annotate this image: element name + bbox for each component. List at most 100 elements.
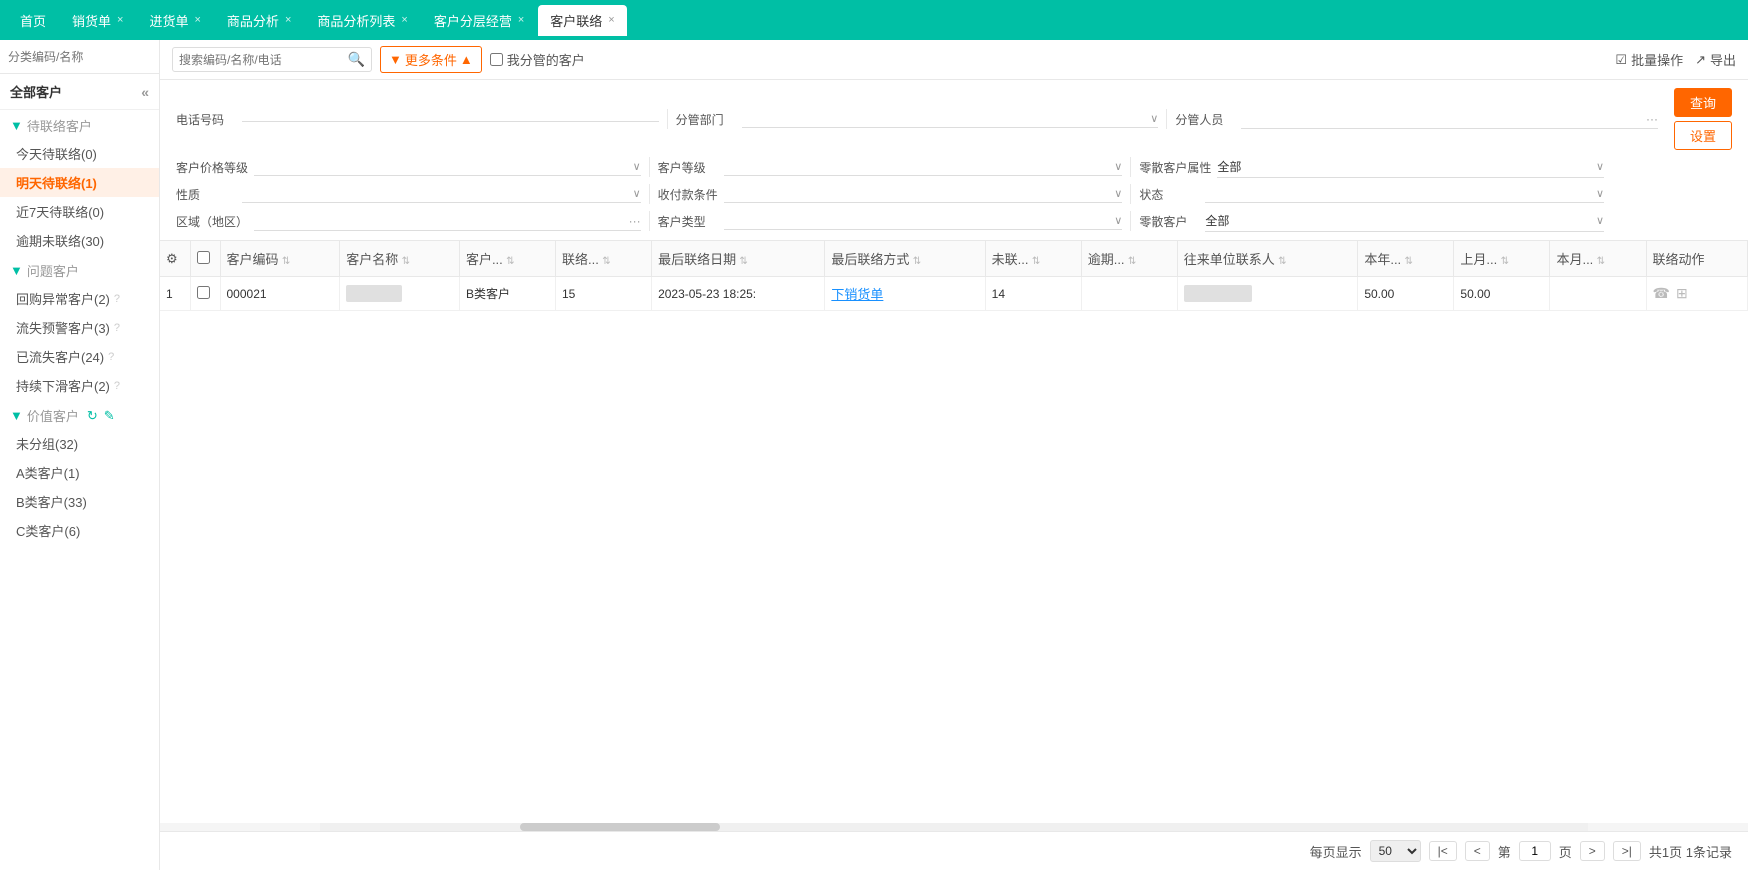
sort-name-icon[interactable]: ⇅ bbox=[402, 256, 410, 267]
filter-region-select[interactable]: ··· bbox=[254, 212, 641, 231]
sort-last-date-icon[interactable]: ⇅ bbox=[739, 256, 747, 267]
select-all-checkbox[interactable] bbox=[197, 251, 210, 264]
filter-price-level-select[interactable]: ∨ bbox=[254, 158, 641, 176]
filter-dept-select[interactable]: ∨ bbox=[742, 110, 1159, 128]
cell-uncontacted: 14 bbox=[985, 277, 1081, 311]
scrollbar-thumb[interactable] bbox=[520, 823, 720, 831]
nav-home[interactable]: 首页 bbox=[8, 5, 58, 36]
batch-op-btn[interactable]: ☑ 批量操作 bbox=[1615, 50, 1683, 69]
col-contact-person[interactable]: 往来单位联系人 ⇅ bbox=[1177, 241, 1358, 277]
region-more-icon[interactable]: ··· bbox=[629, 214, 641, 228]
sidebar-item-today-pending[interactable]: 今天待联络(0) bbox=[0, 139, 159, 168]
nav-sales-order[interactable]: 销货单 × bbox=[60, 5, 135, 36]
last-page-btn[interactable]: >| bbox=[1613, 841, 1641, 861]
sidebar-group-pending[interactable]: ▼ 待联络客户 bbox=[0, 110, 159, 139]
sidebar-all-customers[interactable]: 全部客户 « bbox=[0, 74, 159, 110]
search-input[interactable] bbox=[179, 53, 348, 67]
sort-last-month-icon[interactable]: ⇅ bbox=[1501, 256, 1509, 267]
filter-payment-select[interactable]: ∨ bbox=[724, 185, 1123, 203]
filter-phone-input[interactable] bbox=[242, 117, 659, 122]
my-customers-checkbox-label[interactable]: 我分管的客户 bbox=[490, 50, 585, 69]
sidebar-item-declining[interactable]: 持续下滑客户(2) ? bbox=[0, 371, 159, 400]
sidebar-item-churned[interactable]: 已流失客户(24) ? bbox=[0, 342, 159, 371]
sidebar-collapse-icon[interactable]: « bbox=[141, 84, 149, 100]
close-product-analysis-list[interactable]: × bbox=[401, 14, 407, 26]
nav-purchase-order[interactable]: 进货单 × bbox=[137, 5, 212, 36]
filter-status-select[interactable]: ∨ bbox=[1205, 185, 1604, 203]
filter-sparse-attr-select[interactable]: 全部 ∨ bbox=[1217, 156, 1604, 178]
close-sales-order[interactable]: × bbox=[117, 14, 123, 26]
sort-contact-count-icon[interactable]: ⇅ bbox=[602, 256, 610, 267]
value-group-edit-icon[interactable]: ✎ bbox=[104, 408, 115, 424]
nav-customer-contact[interactable]: 客户联络 × bbox=[538, 5, 626, 36]
filter-field-region: 区域（地区） ··· bbox=[176, 212, 641, 231]
export-btn[interactable]: ↗ 导出 bbox=[1695, 50, 1736, 69]
col-overdue[interactable]: 逾期... ⇅ bbox=[1081, 241, 1177, 277]
col-checkbox[interactable] bbox=[190, 241, 220, 277]
filter-sparse-customer-select[interactable]: 全部 ∨ bbox=[1205, 210, 1604, 232]
col-name[interactable]: 客户名称 ⇅ bbox=[340, 241, 460, 277]
sort-contact-person-icon[interactable]: ⇅ bbox=[1278, 256, 1286, 267]
col-last-method[interactable]: 最后联络方式 ⇅ bbox=[825, 241, 985, 277]
col-uncontacted[interactable]: 未联... ⇅ bbox=[985, 241, 1081, 277]
cell-last-method[interactable]: 下销货单 bbox=[825, 277, 985, 311]
filter-customer-level-select[interactable]: ∨ bbox=[724, 158, 1123, 176]
col-contact-count[interactable]: 联络... ⇅ bbox=[556, 241, 652, 277]
sort-current-year-icon[interactable]: ⇅ bbox=[1405, 256, 1413, 267]
close-purchase-order[interactable]: × bbox=[194, 14, 200, 26]
nav-product-analysis[interactable]: 商品分析 × bbox=[215, 5, 303, 36]
total-label: 共1页 1条记录 bbox=[1649, 842, 1732, 861]
sort-overdue-icon[interactable]: ⇅ bbox=[1128, 256, 1136, 267]
col-last-month[interactable]: 上月... ⇅ bbox=[1454, 241, 1550, 277]
sidebar-item-ungrouped[interactable]: 未分组(32) bbox=[0, 429, 159, 458]
action-phone-icon[interactable]: ☎ bbox=[1653, 285, 1670, 302]
col-current-month[interactable]: 本月... ⇅ bbox=[1550, 241, 1646, 277]
next-page-btn[interactable]: > bbox=[1580, 841, 1605, 861]
close-customer-tier[interactable]: × bbox=[518, 14, 524, 26]
my-customers-checkbox[interactable] bbox=[490, 53, 503, 66]
config-icon[interactable]: ⚙ bbox=[166, 251, 178, 266]
sort-current-month-icon[interactable]: ⇅ bbox=[1597, 256, 1605, 267]
sort-type-icon[interactable]: ⇅ bbox=[506, 256, 514, 267]
value-group-refresh-icon[interactable]: ↻ bbox=[87, 408, 98, 424]
filter-customer-type-select[interactable]: ∨ bbox=[724, 212, 1123, 230]
sidebar-item-class-b[interactable]: B类客户(33) bbox=[0, 487, 159, 516]
more-filter-btn[interactable]: ▼ 更多条件 ▲ bbox=[380, 46, 482, 73]
sort-uncontacted-icon[interactable]: ⇅ bbox=[1032, 256, 1040, 267]
sidebar-item-tomorrow-pending[interactable]: 明天待联络(1) bbox=[0, 168, 159, 197]
horizontal-scrollbar[interactable] bbox=[320, 823, 1588, 831]
sidebar-item-repurchase-abnormal[interactable]: 回购异常客户(2) ? bbox=[0, 284, 159, 313]
sidebar-group-problem[interactable]: ▼ 问题客户 bbox=[0, 255, 159, 284]
sidebar-item-overdue-pending[interactable]: 逾期未联络(30) bbox=[0, 226, 159, 255]
row-checkbox[interactable] bbox=[197, 286, 210, 299]
cell-checkbox[interactable] bbox=[190, 277, 220, 311]
col-code[interactable]: 客户编码 ⇅ bbox=[220, 241, 340, 277]
prev-page-btn[interactable]: < bbox=[1465, 841, 1490, 861]
first-page-btn[interactable]: |< bbox=[1429, 841, 1457, 861]
query-btn[interactable]: 查询 bbox=[1674, 88, 1732, 117]
settings-btn[interactable]: 设置 bbox=[1674, 121, 1732, 150]
action-grid-icon[interactable]: ⊞ bbox=[1676, 285, 1688, 302]
sidebar-item-7days-pending[interactable]: 近7天待联络(0) bbox=[0, 197, 159, 226]
filter-person-select[interactable]: ··· bbox=[1241, 110, 1658, 129]
sidebar-item-class-a[interactable]: A类客户(1) bbox=[0, 458, 159, 487]
person-more-icon[interactable]: ··· bbox=[1646, 112, 1658, 126]
sidebar-search-input[interactable] bbox=[8, 50, 160, 64]
sidebar-item-churn-warning[interactable]: 流失预警客户(3) ? bbox=[0, 313, 159, 342]
page-size-select[interactable]: 50 100 200 bbox=[1370, 840, 1421, 862]
close-product-analysis[interactable]: × bbox=[285, 14, 291, 26]
col-type[interactable]: 客户... ⇅ bbox=[459, 241, 555, 277]
search-btn[interactable]: 🔍 bbox=[348, 51, 365, 68]
page-input[interactable] bbox=[1519, 841, 1551, 861]
col-current-year[interactable]: 本年... ⇅ bbox=[1358, 241, 1454, 277]
sidebar-item-class-c[interactable]: C类客户(6) bbox=[0, 516, 159, 545]
close-customer-contact[interactable]: × bbox=[608, 14, 614, 26]
col-last-date[interactable]: 最后联络日期 ⇅ bbox=[652, 241, 825, 277]
sort-code-icon[interactable]: ⇅ bbox=[282, 256, 290, 267]
nav-customer-tier[interactable]: 客户分层经营 × bbox=[422, 5, 536, 36]
sort-last-method-icon[interactable]: ⇅ bbox=[913, 256, 921, 267]
nav-product-analysis-list[interactable]: 商品分析列表 × bbox=[305, 5, 419, 36]
sidebar-group-value[interactable]: ▼ 价值客户 ↻ ✎ bbox=[0, 400, 159, 429]
col-config[interactable]: ⚙ bbox=[160, 241, 190, 277]
filter-nature-select[interactable]: ∨ bbox=[242, 185, 641, 203]
